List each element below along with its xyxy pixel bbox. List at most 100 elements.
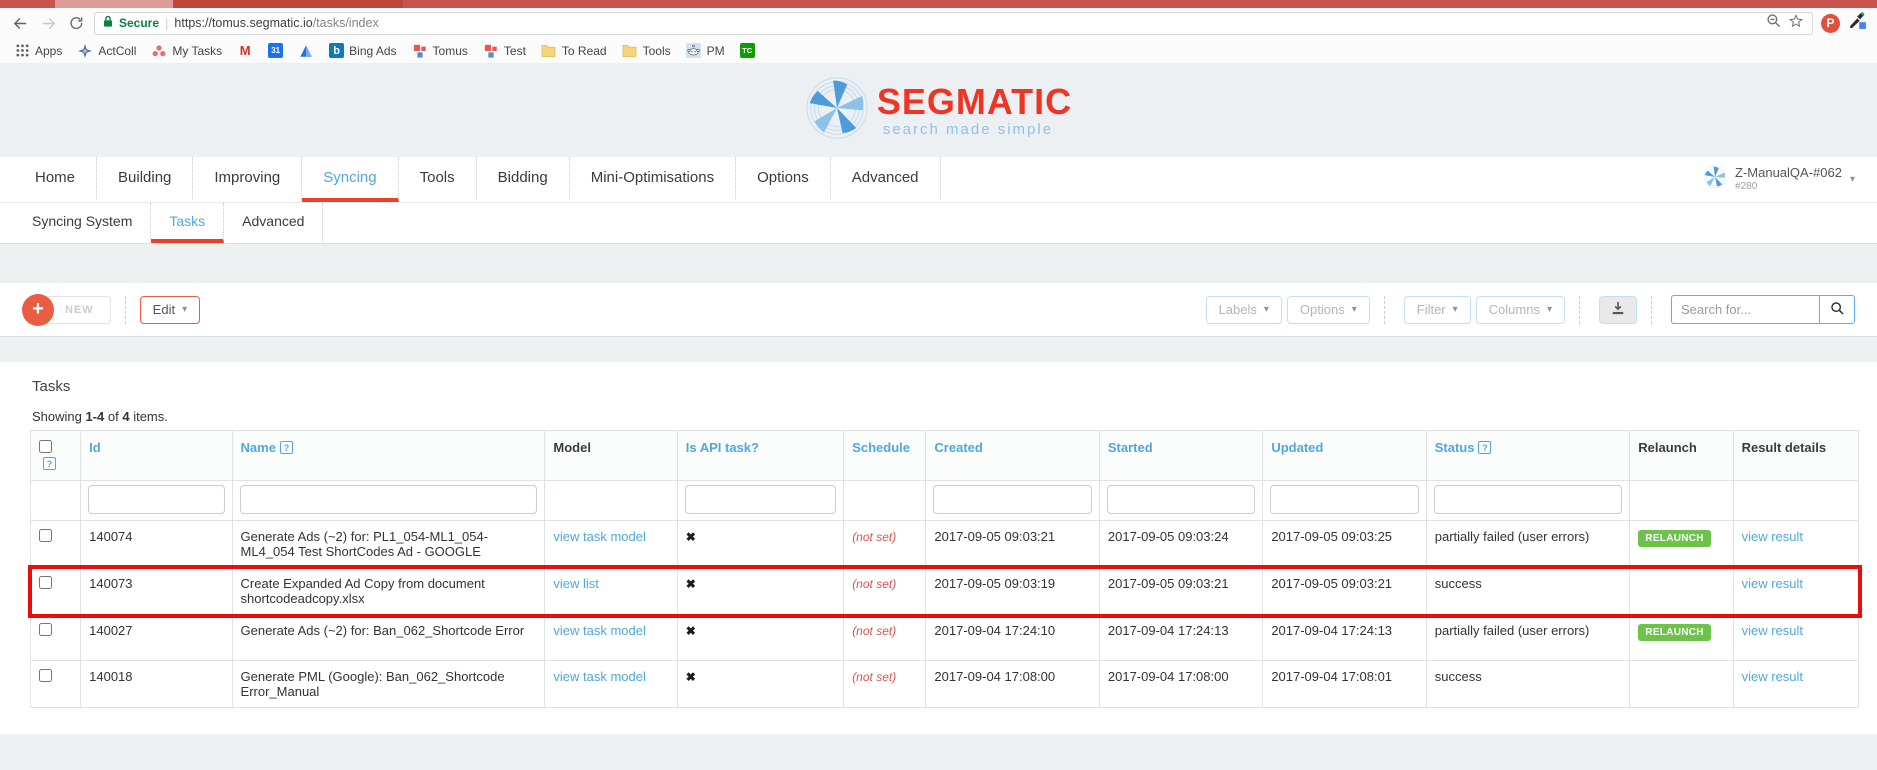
bookmark-to-read[interactable]: To Read: [537, 41, 611, 61]
refresh-icon[interactable]: [66, 13, 86, 33]
bookmark-tomus[interactable]: Tomus: [408, 41, 472, 61]
zoom-out-icon[interactable]: [1766, 13, 1782, 34]
search-button[interactable]: [1819, 295, 1855, 324]
filter-row: [29, 480, 1860, 521]
new-button-group: + NEW: [22, 293, 111, 326]
filter-status-input[interactable]: [1433, 485, 1623, 514]
segmatic-logo[interactable]: SEGMATIC search made simple: [805, 76, 1072, 145]
col-header-updated: Updated: [1262, 430, 1427, 481]
test-icon: [483, 43, 499, 59]
nav-item-tools[interactable]: Tools: [399, 157, 477, 202]
sort-updated[interactable]: Updated: [1271, 440, 1323, 455]
bookmark-star-icon[interactable]: [1788, 13, 1804, 34]
bookmark-label: Apps: [35, 43, 63, 58]
table-row: 140074 Generate Ads (~2) for: PL1_054-ML…: [29, 520, 1860, 568]
filter-id-input[interactable]: [88, 485, 225, 514]
search-input[interactable]: [1671, 295, 1819, 324]
col-header-id: Id: [80, 430, 233, 481]
view-task-model-link[interactable]: view task model: [553, 669, 645, 684]
relaunch-button[interactable]: RELAUNCH: [1638, 624, 1711, 641]
subnav-item-tasks[interactable]: Tasks: [151, 203, 225, 243]
browser-toolbar: Secure | https://tomus.segmatic.io/tasks…: [0, 8, 1877, 38]
user-menu[interactable]: Z-ManualQA-#062 #280 ▾: [1703, 157, 1855, 202]
tomus-icon: [412, 43, 428, 59]
view-task-model-link[interactable]: view task model: [553, 623, 645, 638]
options-dropdown[interactable]: Options ▾: [1286, 295, 1370, 324]
pocket-extension-icon[interactable]: P: [1821, 13, 1840, 33]
row-checkbox[interactable]: [39, 623, 52, 636]
bookmark-analytics[interactable]: [294, 41, 318, 61]
view-result-link[interactable]: view result: [1742, 623, 1803, 638]
secure-label: Secure: [119, 16, 160, 30]
help-icon[interactable]: ?: [43, 457, 56, 470]
labels-dropdown[interactable]: Labels ▾: [1205, 295, 1282, 324]
subnav-item-syncing-system[interactable]: Syncing System: [14, 203, 152, 243]
filter-started-input[interactable]: [1106, 485, 1256, 514]
cell-name: Generate Ads (~2) for: Ban_062_Shortcode…: [231, 614, 546, 661]
select-all-checkbox[interactable]: [39, 440, 52, 453]
bookmark-test[interactable]: Test: [479, 41, 530, 61]
nav-item-bidding[interactable]: Bidding: [477, 157, 570, 202]
col-header-name: Name?: [231, 430, 546, 481]
chevron-down-icon: ▾: [1849, 174, 1855, 185]
row-checkbox[interactable]: [39, 576, 52, 589]
view-result-link[interactable]: view result: [1742, 669, 1803, 684]
bookmark-gmail[interactable]: M: [233, 41, 257, 61]
relaunch-button[interactable]: RELAUNCH: [1638, 530, 1711, 547]
nav-item-home[interactable]: Home: [14, 157, 98, 202]
new-plus-button[interactable]: +: [22, 293, 54, 326]
nav-item-building[interactable]: Building: [97, 157, 194, 202]
row-checkbox[interactable]: [39, 529, 52, 542]
back-icon[interactable]: [10, 13, 30, 33]
view-result-link[interactable]: view result: [1742, 529, 1803, 544]
view-result-link[interactable]: view result: [1742, 576, 1803, 591]
sort-created[interactable]: Created: [934, 440, 982, 455]
subnav-item-advanced[interactable]: Advanced: [224, 203, 324, 243]
filter-updated-input[interactable]: [1270, 485, 1419, 514]
edit-button[interactable]: Edit ▾: [139, 295, 201, 324]
sort-started[interactable]: Started: [1108, 440, 1153, 455]
filter-dropdown[interactable]: Filter ▾: [1403, 295, 1471, 324]
help-icon[interactable]: ?: [279, 441, 293, 454]
filter-is-api-task-input[interactable]: [684, 485, 837, 514]
columns-dropdown[interactable]: Columns ▾: [1475, 295, 1565, 324]
download-button[interactable]: [1599, 295, 1637, 324]
header-row: ? Id Name? Model Is API task? Schedule C…: [29, 430, 1860, 481]
filter-name-input[interactable]: [239, 485, 538, 514]
bookmark-apps[interactable]: Apps: [10, 41, 66, 61]
sort-name[interactable]: Name: [241, 440, 276, 455]
browser-tab-active[interactable]: [173, 0, 403, 8]
nav-item-mini-optimisations[interactable]: Mini-Optimisations: [570, 157, 737, 202]
colorzilla-extension-icon[interactable]: [1848, 11, 1867, 35]
divider: [1579, 295, 1580, 324]
address-bar[interactable]: Secure | https://tomus.segmatic.io/tasks…: [94, 11, 1813, 35]
bookmark-calendar[interactable]: 31: [264, 41, 287, 60]
cell-id: 140027: [80, 614, 233, 661]
cell-updated: 2017-09-04 17:08:01: [1262, 660, 1427, 708]
filter-created-input[interactable]: [933, 485, 1092, 514]
view-list-link[interactable]: view list: [553, 576, 599, 591]
sort-status[interactable]: Status: [1435, 440, 1475, 455]
browser-tab[interactable]: [55, 0, 173, 8]
bookmark-pm[interactable]: PM: [682, 41, 729, 61]
nav-item-syncing[interactable]: Syncing: [302, 157, 399, 202]
row-checkbox[interactable]: [39, 669, 52, 682]
forward-icon[interactable]: [38, 13, 58, 33]
sort-id[interactable]: Id: [89, 440, 101, 455]
user-pinwheel-icon: [1703, 165, 1727, 194]
bookmark-bing-ads[interactable]: b Bing Ads: [325, 41, 400, 60]
nav-item-advanced[interactable]: Advanced: [831, 157, 941, 202]
url-text: https://tomus.segmatic.io/tasks/index: [174, 16, 379, 30]
bookmark-tc[interactable]: TC: [736, 41, 759, 60]
cell-status: partially failed (user errors): [1425, 614, 1631, 661]
divider: [124, 295, 126, 324]
bookmark-tools[interactable]: Tools: [618, 41, 675, 61]
nav-item-improving[interactable]: Improving: [193, 157, 303, 202]
nav-item-options[interactable]: Options: [736, 157, 831, 202]
view-task-model-link[interactable]: view task model: [553, 529, 645, 544]
bookmark-actcoll[interactable]: ActColl: [73, 41, 140, 61]
sort-schedule[interactable]: Schedule: [852, 440, 910, 455]
bookmark-my-tasks[interactable]: My Tasks: [147, 41, 226, 61]
sort-is-api-task[interactable]: Is API task?: [686, 440, 759, 455]
help-icon[interactable]: ?: [1478, 441, 1492, 454]
